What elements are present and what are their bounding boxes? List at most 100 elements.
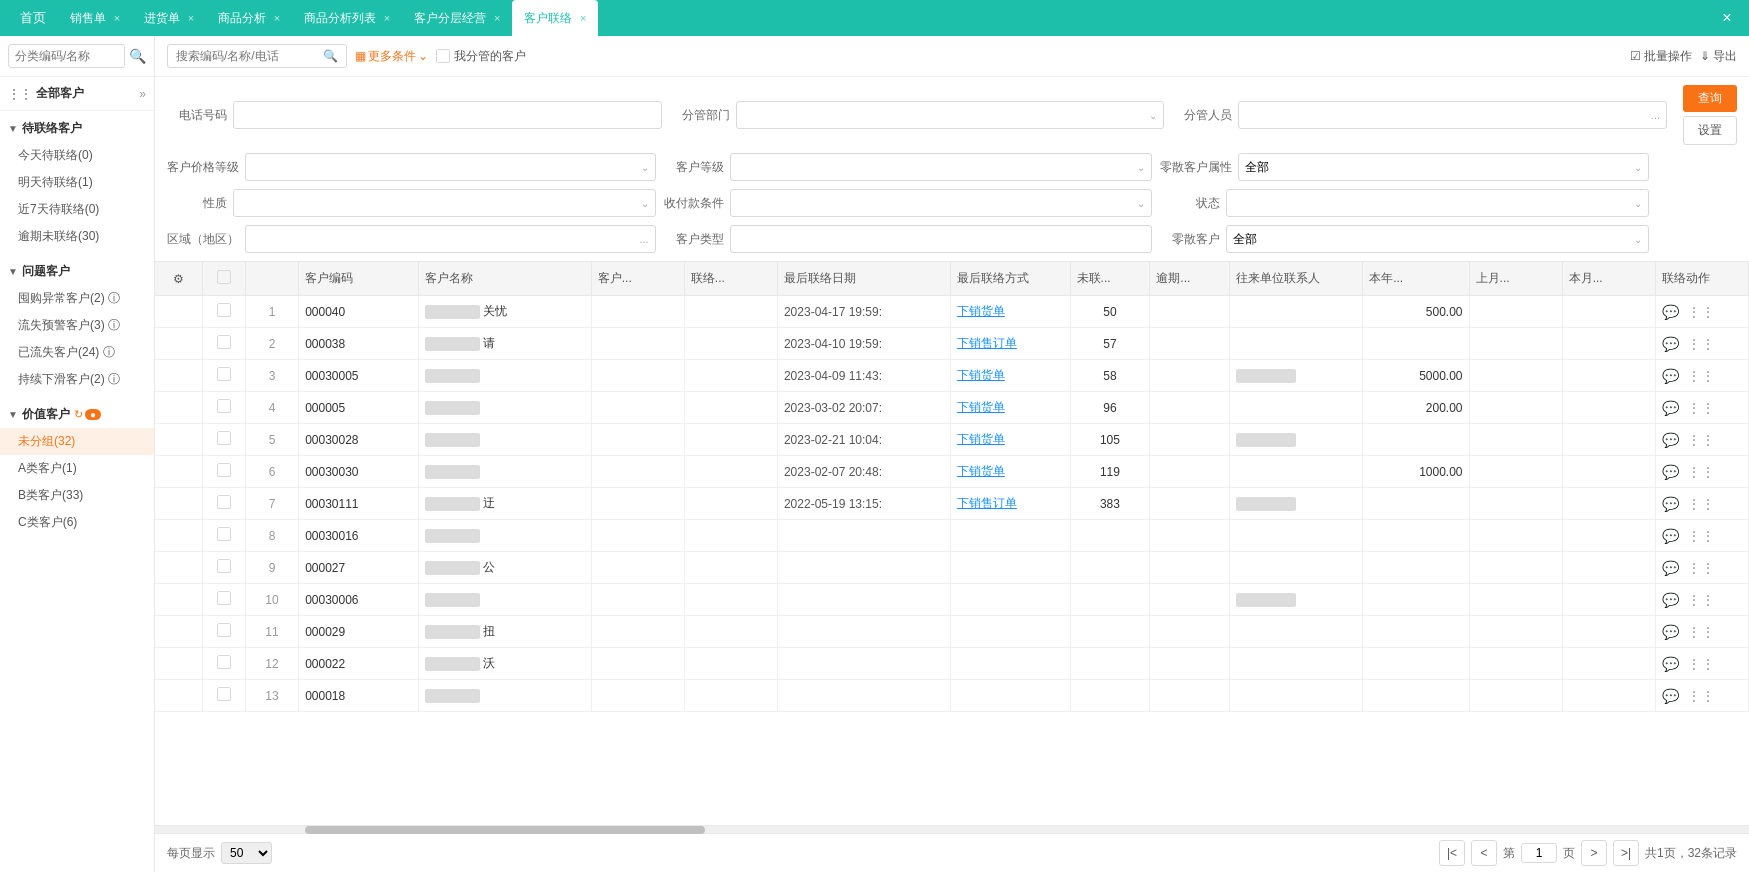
- chat-icon[interactable]: 💬: [1662, 560, 1679, 576]
- row-lastway[interactable]: [950, 552, 1070, 584]
- search-input[interactable]: [176, 49, 319, 63]
- row-lastway[interactable]: 下销货单: [950, 424, 1070, 456]
- per-page-select[interactable]: 50 20 100: [221, 842, 272, 864]
- filter-type-select[interactable]: [730, 225, 1153, 253]
- row-check[interactable]: [203, 648, 246, 680]
- sidebar-item-abnormal[interactable]: 囤购异常客户(2) ⓘ: [0, 285, 154, 312]
- all-customers-item[interactable]: ⋮⋮ 全部客户 »: [0, 77, 154, 111]
- prev-page-btn[interactable]: <: [1471, 840, 1497, 866]
- row-lastway[interactable]: 下销货单: [950, 392, 1070, 424]
- grid-action-icon[interactable]: ⋮⋮: [1687, 528, 1715, 544]
- collapse-icon[interactable]: »: [139, 87, 146, 101]
- last-page-btn[interactable]: >|: [1613, 840, 1639, 866]
- nav-tab-product-analysis[interactable]: 商品分析 ×: [206, 0, 292, 36]
- filter-dept-select[interactable]: ⌄: [736, 101, 1165, 129]
- row-check[interactable]: [203, 584, 246, 616]
- nav-tab-purchase[interactable]: 进货单 ×: [132, 0, 206, 36]
- th-thisyear[interactable]: 本年...: [1363, 262, 1469, 296]
- filter-retail-attr-select[interactable]: 全部 ⌄: [1238, 153, 1649, 181]
- chat-icon[interactable]: 💬: [1662, 592, 1679, 608]
- page-number-input[interactable]: [1521, 843, 1557, 863]
- nav-tab-customer-tier[interactable]: 客户分层经营 ×: [402, 0, 512, 36]
- grid-action-icon[interactable]: ⋮⋮: [1687, 624, 1715, 640]
- row-lastway[interactable]: [950, 616, 1070, 648]
- horizontal-scrollbar[interactable]: [155, 825, 1749, 833]
- row-lastway[interactable]: 下销货单: [950, 360, 1070, 392]
- filter-price-grade-select[interactable]: ⌄: [245, 153, 656, 181]
- sidebar-item-class-c[interactable]: C类客户(6): [0, 509, 154, 536]
- refresh-icon[interactable]: ↻: [74, 408, 83, 421]
- row-lastway[interactable]: 下销货单: [950, 296, 1070, 328]
- grid-action-icon[interactable]: ⋮⋮: [1687, 464, 1715, 480]
- grid-action-icon[interactable]: ⋮⋮: [1687, 432, 1715, 448]
- chat-icon[interactable]: 💬: [1662, 528, 1679, 544]
- grid-action-icon[interactable]: ⋮⋮: [1687, 592, 1715, 608]
- sidebar-section-pending-title[interactable]: ▼ 待联络客户: [0, 115, 154, 142]
- filter-phone-input[interactable]: [233, 101, 662, 129]
- row-lastway[interactable]: 下销售订单: [950, 328, 1070, 360]
- row-lastway[interactable]: [950, 520, 1070, 552]
- first-page-btn[interactable]: |<: [1439, 840, 1465, 866]
- sidebar-item-churn-warning[interactable]: 流失预警客户(3) ⓘ: [0, 312, 154, 339]
- chat-icon[interactable]: 💬: [1662, 400, 1679, 416]
- row-lastway[interactable]: 下销售订单: [950, 488, 1070, 520]
- th-contacts[interactable]: 往来单位联系人: [1230, 262, 1363, 296]
- th-name[interactable]: 客户名称: [418, 262, 591, 296]
- filter-nature-select[interactable]: ⌄: [233, 189, 656, 217]
- th-contact[interactable]: 联络...: [684, 262, 777, 296]
- chat-icon[interactable]: 💬: [1662, 624, 1679, 640]
- chat-icon[interactable]: 💬: [1662, 656, 1679, 672]
- export-btn[interactable]: ⇓ 导出: [1700, 48, 1737, 65]
- nav-tab-sales[interactable]: 销售单 ×: [58, 0, 132, 36]
- sidebar-item-7days[interactable]: 近7天待联络(0): [0, 196, 154, 223]
- grid-action-icon[interactable]: ⋮⋮: [1687, 400, 1715, 416]
- sidebar-item-class-a[interactable]: A类客户(1): [0, 455, 154, 482]
- settings-button[interactable]: 设置: [1683, 116, 1737, 145]
- row-lastway[interactable]: [950, 648, 1070, 680]
- row-check[interactable]: [203, 520, 246, 552]
- close-icon[interactable]: ×: [188, 12, 194, 24]
- row-check[interactable]: [203, 616, 246, 648]
- grid-action-icon[interactable]: ⋮⋮: [1687, 368, 1715, 384]
- close-icon[interactable]: ×: [580, 12, 586, 24]
- th-code[interactable]: 客户编码: [299, 262, 419, 296]
- close-icon[interactable]: ×: [274, 12, 280, 24]
- th-lastdate[interactable]: 最后联络日期: [777, 262, 950, 296]
- more-conditions-btn[interactable]: ▦ 更多条件 ⌄: [355, 48, 428, 65]
- sidebar-item-unclassified[interactable]: 未分组(32): [0, 428, 154, 455]
- filter-retail-select[interactable]: 全部 ⌄: [1226, 225, 1649, 253]
- sidebar-item-class-b[interactable]: B类客户(33): [0, 482, 154, 509]
- sidebar-item-tomorrow[interactable]: 明天待联络(1): [0, 169, 154, 196]
- my-customers-checkbox-area[interactable]: 我分管的客户: [436, 48, 526, 65]
- th-check[interactable]: [203, 262, 246, 296]
- row-lastway[interactable]: [950, 584, 1070, 616]
- filter-status-select[interactable]: ⌄: [1226, 189, 1649, 217]
- row-check[interactable]: [203, 392, 246, 424]
- filter-payment-select[interactable]: ⌄: [730, 189, 1153, 217]
- row-check[interactable]: [203, 360, 246, 392]
- close-icon[interactable]: ×: [384, 12, 390, 24]
- th-thismonth[interactable]: 本月...: [1562, 262, 1655, 296]
- nav-tab-product-list[interactable]: 商品分析列表 ×: [292, 0, 402, 36]
- sidebar-item-declining[interactable]: 持续下滑客户(2) ⓘ: [0, 366, 154, 393]
- grid-action-icon[interactable]: ⋮⋮: [1687, 656, 1715, 672]
- chat-icon[interactable]: 💬: [1662, 368, 1679, 384]
- chat-icon[interactable]: 💬: [1662, 432, 1679, 448]
- grid-action-icon[interactable]: ⋮⋮: [1687, 304, 1715, 320]
- th-overdue[interactable]: 逾期...: [1150, 262, 1230, 296]
- batch-operation-btn[interactable]: ☑ 批量操作: [1630, 48, 1692, 65]
- row-lastway[interactable]: [950, 680, 1070, 712]
- chat-icon[interactable]: 💬: [1662, 464, 1679, 480]
- sidebar-section-problem-title[interactable]: ▼ 问题客户: [0, 258, 154, 285]
- th-settings[interactable]: ⚙: [155, 262, 203, 296]
- grid-action-icon[interactable]: ⋮⋮: [1687, 560, 1715, 576]
- sidebar-item-overdue[interactable]: 逾期未联络(30): [0, 223, 154, 250]
- th-type[interactable]: 客户...: [591, 262, 684, 296]
- grid-action-icon[interactable]: ⋮⋮: [1687, 688, 1715, 704]
- row-check[interactable]: [203, 488, 246, 520]
- row-check[interactable]: [203, 424, 246, 456]
- category-search-input[interactable]: [8, 44, 125, 68]
- filter-customer-grade-select[interactable]: ⌄: [730, 153, 1153, 181]
- chat-icon[interactable]: 💬: [1662, 336, 1679, 352]
- th-lastmonth[interactable]: 上月...: [1469, 262, 1562, 296]
